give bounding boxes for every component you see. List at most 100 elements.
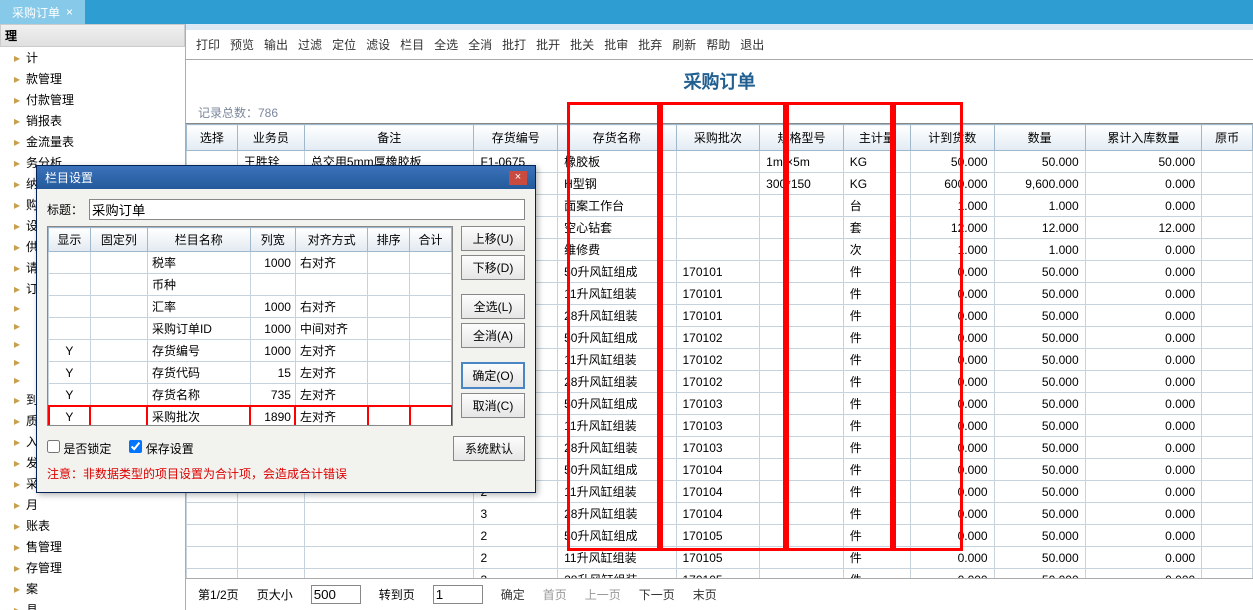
select-all-button[interactable]: 全选(L) <box>461 294 525 319</box>
ok-button[interactable]: 确定(O) <box>461 362 525 389</box>
toolbar-button[interactable]: 栏目 <box>400 36 424 53</box>
toolbar-button[interactable]: 预览 <box>230 36 254 53</box>
cfg-header[interactable]: 固定列 <box>90 228 147 252</box>
toolbar-button[interactable]: 打印 <box>196 36 220 53</box>
folder-icon: ▸ <box>14 240 26 254</box>
deselect-all-button[interactable]: 全消(A) <box>461 323 525 348</box>
cfg-row[interactable]: Y存货名称735左对齐 <box>49 384 452 406</box>
close-icon[interactable]: × <box>66 5 73 19</box>
title-input[interactable] <box>89 199 525 220</box>
toolbar-button[interactable]: 输出 <box>264 36 288 53</box>
table-row[interactable]: 211升风缸组装170105件0.00050.0000.000 <box>187 547 1253 569</box>
cfg-header[interactable]: 对齐方式 <box>295 228 367 252</box>
toolbar-button[interactable]: 批关 <box>570 36 594 53</box>
table-row[interactable]: 328升风缸组装170105件0.00050.0000.000 <box>187 569 1253 579</box>
toolbar-button[interactable]: 退出 <box>740 36 764 53</box>
table-row[interactable]: 250升风缸组成170105件0.00050.0000.000 <box>187 525 1253 547</box>
folder-icon: ▸ <box>14 93 26 107</box>
column-header[interactable]: 存货名称 <box>558 125 676 151</box>
sidebar-item[interactable]: ▸案 <box>0 578 185 599</box>
folder-icon: ▸ <box>14 393 26 407</box>
toolbar-button[interactable]: 全选 <box>434 36 458 53</box>
tab-purchase-order[interactable]: 采购订单 × <box>0 0 85 25</box>
toolbar-button[interactable]: 批开 <box>536 36 560 53</box>
sidebar-item[interactable]: ▸金流量表 <box>0 131 185 152</box>
cfg-header[interactable]: 合计 <box>410 228 452 252</box>
folder-icon: ▸ <box>14 261 26 275</box>
column-header[interactable]: 数量 <box>994 125 1085 151</box>
column-header[interactable]: 计到货数 <box>910 125 994 151</box>
toolbar-button[interactable]: 过滤 <box>298 36 322 53</box>
column-header[interactable]: 原币 <box>1202 125 1253 151</box>
column-header[interactable]: 主计量 <box>843 125 910 151</box>
goto-label: 转到页 <box>379 586 415 603</box>
folder-icon: ▸ <box>14 561 26 575</box>
page-size-input[interactable] <box>311 585 361 604</box>
sidebar-item[interactable]: ▸款管理 <box>0 68 185 89</box>
toolbar-button[interactable]: 滤设 <box>366 36 390 53</box>
column-header[interactable]: 规格型号 <box>760 125 844 151</box>
sidebar-item[interactable]: ▸具 <box>0 599 185 610</box>
dialog-titlebar[interactable]: 栏目设置 × <box>37 166 535 189</box>
dialog-title: 栏目设置 <box>45 169 93 186</box>
config-grid[interactable]: 显示固定列栏目名称列宽对齐方式排序合计税率1000右对齐币种汇率1000右对齐采… <box>47 226 453 426</box>
sidebar-header: 理 <box>0 24 185 47</box>
pager-confirm[interactable]: 确定 <box>501 586 525 603</box>
pager-prev[interactable]: 上一页 <box>585 586 621 603</box>
cfg-row[interactable]: Y存货编号1000左对齐 <box>49 340 452 362</box>
sidebar-item[interactable]: ▸售管理 <box>0 536 185 557</box>
column-header[interactable]: 备注 <box>304 125 474 151</box>
column-header[interactable]: 选择 <box>187 125 238 151</box>
pager-next[interactable]: 下一页 <box>639 586 675 603</box>
folder-icon: ▸ <box>14 414 26 428</box>
folder-icon: ▸ <box>14 373 26 387</box>
sidebar-item[interactable]: ▸计 <box>0 47 185 68</box>
cfg-header[interactable]: 排序 <box>368 228 410 252</box>
goto-input[interactable] <box>433 585 483 604</box>
cfg-row[interactable]: 汇率1000右对齐 <box>49 296 452 318</box>
toolbar-button[interactable]: 批审 <box>604 36 628 53</box>
pager-first[interactable]: 首页 <box>543 586 567 603</box>
lock-checkbox[interactable]: 是否锁定 <box>47 440 111 457</box>
cfg-header[interactable]: 栏目名称 <box>147 228 250 252</box>
cfg-row[interactable]: 税率1000右对齐 <box>49 252 452 274</box>
page-info: 第1/2页 <box>198 586 239 603</box>
cfg-header[interactable]: 列宽 <box>250 228 295 252</box>
toolbar-button[interactable]: 帮助 <box>706 36 730 53</box>
cfg-row[interactable]: 币种 <box>49 274 452 296</box>
warning-note: 注意：非数据类型的项目设置为合计项，会造成合计错误 <box>47 465 525 482</box>
sidebar-item[interactable]: ▸账表 <box>0 515 185 536</box>
sidebar-item[interactable]: ▸销报表 <box>0 110 185 131</box>
move-up-button[interactable]: 上移(U) <box>461 226 525 251</box>
cfg-row[interactable]: 采购订单ID1000中间对齐 <box>49 318 452 340</box>
column-header[interactable]: 采购批次 <box>676 125 760 151</box>
toolbar-button[interactable]: 批打 <box>502 36 526 53</box>
column-header[interactable]: 累计入库数量 <box>1085 125 1202 151</box>
sidebar-item[interactable]: ▸付款管理 <box>0 89 185 110</box>
close-icon[interactable]: × <box>509 171 527 185</box>
folder-icon: ▸ <box>14 198 26 212</box>
folder-icon: ▸ <box>14 603 26 610</box>
toolbar-button[interactable]: 批弃 <box>638 36 662 53</box>
folder-icon: ▸ <box>14 72 26 86</box>
move-down-button[interactable]: 下移(D) <box>461 255 525 280</box>
cancel-button[interactable]: 取消(C) <box>461 393 525 418</box>
cfg-header[interactable]: 显示 <box>49 228 91 252</box>
folder-icon: ▸ <box>14 582 26 596</box>
cfg-row[interactable]: Y采购批次1890左对齐 <box>49 406 452 427</box>
sidebar-item[interactable]: ▸存管理 <box>0 557 185 578</box>
toolbar-button[interactable]: 定位 <box>332 36 356 53</box>
folder-icon: ▸ <box>14 498 26 512</box>
default-button[interactable]: 系统默认 <box>453 436 525 461</box>
column-header[interactable]: 存货编号 <box>474 125 558 151</box>
toolbar-button[interactable]: 刷新 <box>672 36 696 53</box>
column-header[interactable]: 业务员 <box>237 125 304 151</box>
toolbar-button[interactable]: 全消 <box>468 36 492 53</box>
title-label: 标题： <box>47 201 83 218</box>
save-checkbox[interactable]: 保存设置 <box>129 440 193 457</box>
pager-last[interactable]: 末页 <box>693 586 717 603</box>
sidebar-item[interactable]: ▸月 <box>0 494 185 515</box>
table-row[interactable]: 328升风缸组装170104件0.00050.0000.000 <box>187 503 1253 525</box>
cfg-row[interactable]: Y存货代码15左对齐 <box>49 362 452 384</box>
folder-icon: ▸ <box>14 51 26 65</box>
